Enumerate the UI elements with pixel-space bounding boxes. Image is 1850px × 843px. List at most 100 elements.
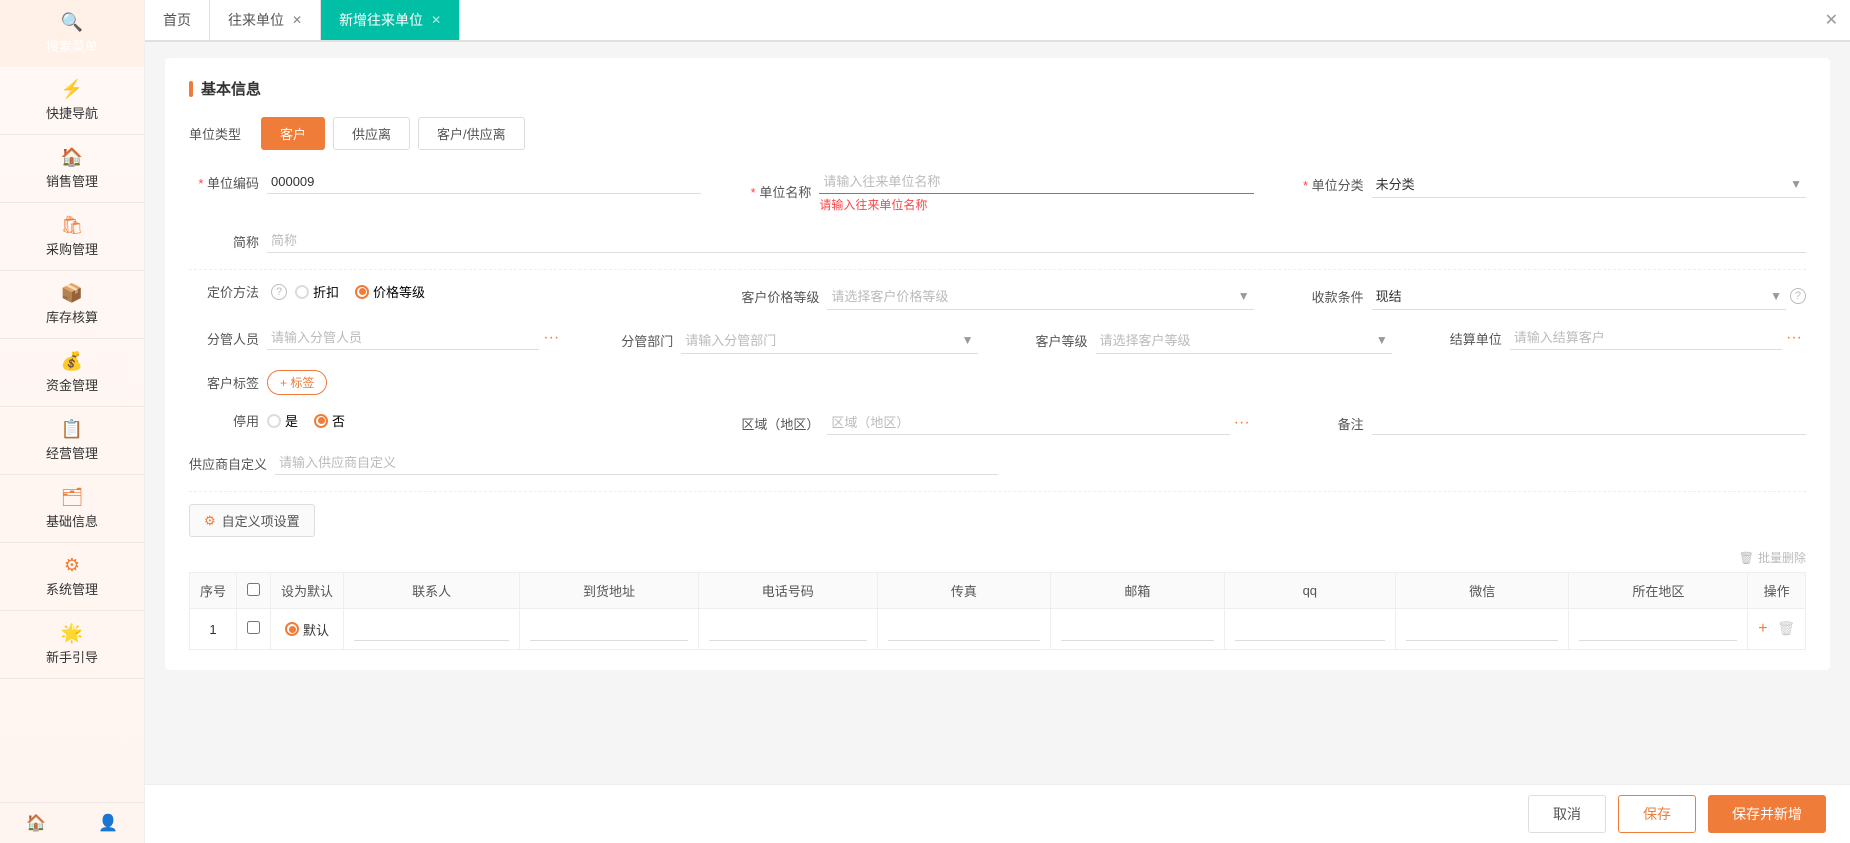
email-input[interactable] <box>1061 617 1214 641</box>
save-button[interactable]: 保存 <box>1618 795 1696 833</box>
manager-input[interactable] <box>267 326 539 350</box>
unit-code-value-wrapper <box>267 170 701 194</box>
customer-level-label: 客户等级 <box>1018 331 1088 350</box>
default-radio[interactable] <box>285 622 299 636</box>
sidebar-item-operations[interactable]: 📋 经营管理 <box>0 407 144 475</box>
cell-contact <box>344 609 520 650</box>
settlement-unit-input[interactable] <box>1510 326 1782 350</box>
tab-home[interactable]: 首页 <box>145 0 210 40</box>
address-input[interactable] <box>530 617 688 641</box>
disable-no-option[interactable]: 否 <box>314 411 345 430</box>
sidebar-item-guide[interactable]: 🌟 新手引导 <box>0 611 144 679</box>
payment-terms-select[interactable]: 现结 ▼ <box>1372 282 1786 310</box>
pricing-method-info-icon[interactable]: ? <box>271 284 287 300</box>
pricing-level-radio[interactable] <box>355 285 369 299</box>
unit-code-label: 单位编码 <box>189 173 259 192</box>
field-settlement-unit: 结算单位 ··· <box>1432 326 1806 350</box>
disable-yes-radio[interactable] <box>267 414 281 428</box>
region-input[interactable] <box>827 411 1229 435</box>
qq-input[interactable] <box>1235 617 1385 641</box>
disable-no-radio[interactable] <box>314 414 328 428</box>
field-department: 分管部门 请输入分管部门 ▼ <box>603 326 977 354</box>
customer-price-level-select[interactable]: 请选择客户价格等级 ▼ <box>827 282 1253 310</box>
pricing-level-option[interactable]: 价格等级 <box>355 282 425 301</box>
sidebar-item-system[interactable]: ⚙ 系统管理 <box>0 543 144 611</box>
sidebar-item-inventory[interactable]: 📦 库存核算 <box>0 271 144 339</box>
col-default <box>237 573 271 609</box>
tab-new-partner[interactable]: 新增往来单位 ✕ <box>321 0 460 40</box>
disable-yes-option[interactable]: 是 <box>267 411 298 430</box>
pricing-radio-group: 折扣 价格等级 <box>295 282 425 301</box>
sidebar-item-finance[interactable]: 💰 资金管理 <box>0 339 144 407</box>
save-new-button[interactable]: 保存并新增 <box>1708 795 1826 833</box>
operations-icon: 📋 <box>61 419 83 440</box>
delete-row-button[interactable]: 🗑 <box>1777 620 1795 636</box>
add-tag-button[interactable]: + 标签 <box>267 370 327 395</box>
fax-input[interactable] <box>888 617 1041 641</box>
remark-input[interactable] <box>1372 411 1806 435</box>
table-actions: 🗑 批量删除 <box>189 549 1806 566</box>
sidebar-item-search[interactable]: 🔍 搜索菜单 <box>0 0 144 67</box>
settlement-unit-dots-btn[interactable]: ··· <box>1782 329 1806 347</box>
pricing-discount-option[interactable]: 折扣 <box>295 282 339 301</box>
unit-type-label: 单位类型 <box>189 124 241 143</box>
remark-label: 备注 <box>1294 414 1364 433</box>
tab-partners[interactable]: 往来单位 ✕ <box>210 0 321 40</box>
sidebar-bottom-user[interactable]: 👤 <box>72 803 144 843</box>
unit-name-input[interactable] <box>819 170 1253 194</box>
customer-tag-label: 客户标签 <box>189 373 259 392</box>
sidebar-item-quick-nav[interactable]: ⚡ 快捷导航 <box>0 67 144 135</box>
phone-input[interactable] <box>709 617 867 641</box>
field-payment-terms: 收款条件 现结 ▼ ? <box>1294 282 1806 310</box>
cell-default: 默认 <box>271 609 344 650</box>
manager-dots-btn[interactable]: ··· <box>539 329 563 347</box>
field-remark: 备注 <box>1294 411 1806 435</box>
customer-level-value-wrapper: 请选择客户等级 ▼ <box>1096 326 1392 354</box>
row-checkbox[interactable] <box>247 621 260 634</box>
batch-delete-button[interactable]: 🗑 批量删除 <box>1739 549 1806 566</box>
manager-value-wrapper: ··· <box>267 326 563 350</box>
row-region-input[interactable] <box>1579 617 1737 641</box>
sidebar-bottom-home[interactable]: 🏠 <box>0 803 72 843</box>
col-contact: 联系人 <box>344 573 520 609</box>
type-btn-customer[interactable]: 客户 <box>261 117 325 150</box>
short-name-label: 简称 <box>189 232 259 251</box>
unit-category-select[interactable]: 未分类 ▼ <box>1372 170 1806 198</box>
batch-delete-icon: 🗑 <box>1739 551 1754 565</box>
system-icon: ⚙ <box>64 555 80 576</box>
tab-partners-close[interactable]: ✕ <box>292 13 302 27</box>
sidebar-item-sales[interactable]: 🏠 销售管理 <box>0 135 144 203</box>
wechat-input[interactable] <box>1406 617 1559 641</box>
tab-new-partner-close[interactable]: ✕ <box>431 13 441 27</box>
type-btn-supplier[interactable]: 供应离 <box>333 117 410 150</box>
disable-label: 停用 <box>189 411 259 430</box>
supplier-custom-input[interactable] <box>275 451 997 475</box>
close-all-tabs[interactable]: ✕ <box>1813 0 1850 40</box>
short-name-input[interactable] <box>267 229 1806 253</box>
customer-level-select[interactable]: 请选择客户等级 ▼ <box>1096 326 1392 354</box>
field-unit-code: 单位编码 <box>189 170 701 194</box>
field-customer-level: 客户等级 请选择客户等级 ▼ <box>1018 326 1392 354</box>
form-divider-2 <box>189 491 1806 492</box>
default-radio-item[interactable]: 默认 <box>281 620 333 639</box>
sidebar-item-purchase[interactable]: 🛍 采购管理 <box>0 203 144 271</box>
payment-terms-chevron: ▼ <box>1770 289 1782 303</box>
form-row-6: 停用 是 否 区域（地区） <box>189 411 1806 435</box>
pricing-discount-radio[interactable] <box>295 285 309 299</box>
inventory-icon: 📦 <box>61 283 83 304</box>
select-all-checkbox[interactable] <box>247 583 260 596</box>
department-select[interactable]: 请输入分管部门 ▼ <box>681 326 977 354</box>
unit-code-input[interactable] <box>267 170 701 194</box>
add-row-button[interactable]: + <box>1758 620 1767 637</box>
purchase-icon: 🛍 <box>61 215 84 236</box>
payment-terms-info-icon[interactable]: ? <box>1790 288 1806 304</box>
sidebar-item-basic-info[interactable]: 🗂 基础信息 <box>0 475 144 543</box>
region-dots-btn[interactable]: ··· <box>1230 414 1254 432</box>
section-title: 基本信息 <box>189 78 1806 99</box>
custom-settings-button[interactable]: ⚙ 自定义项设置 <box>189 504 315 537</box>
cancel-button[interactable]: 取消 <box>1528 795 1606 833</box>
contact-input[interactable] <box>354 617 509 641</box>
basic-info-card: 基本信息 单位类型 客户 供应离 客户/供应离 单位编码 单位名称 <box>165 58 1830 670</box>
type-btn-both[interactable]: 客户/供应离 <box>418 117 525 150</box>
supplier-custom-value-wrapper <box>275 451 997 475</box>
